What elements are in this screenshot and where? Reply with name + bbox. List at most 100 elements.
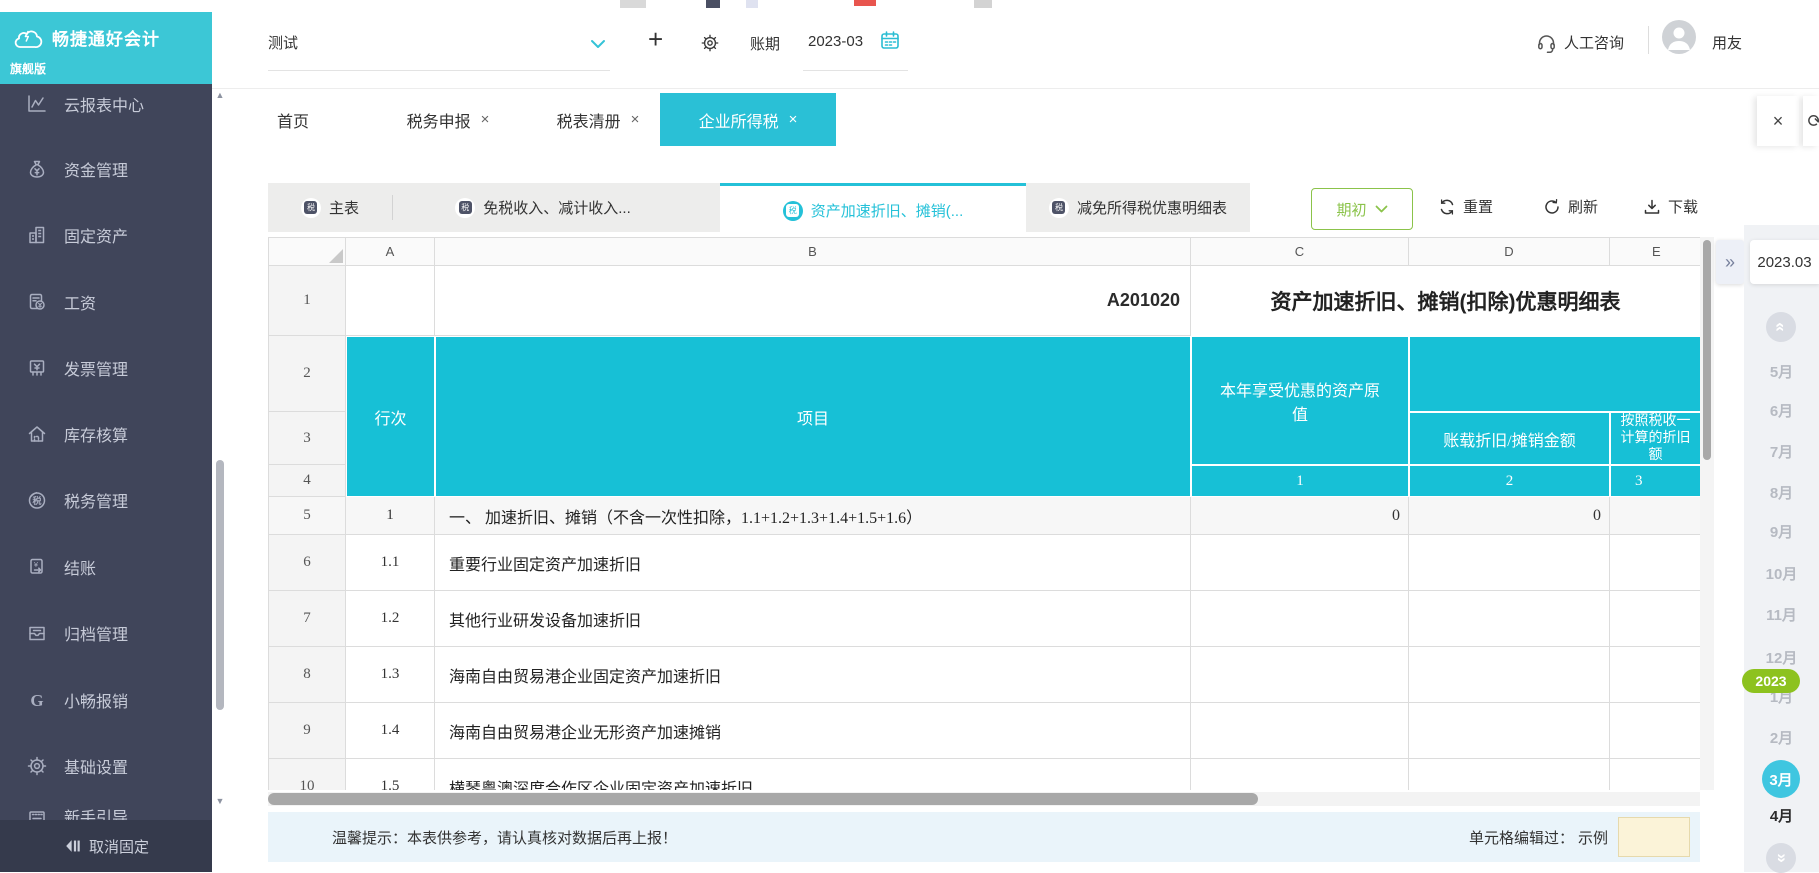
avatar[interactable] [1662,20,1696,54]
refresh-button[interactable]: 刷新 [1543,196,1598,217]
tab-home[interactable]: 首页 [228,93,358,146]
row-header[interactable]: 5 [269,497,346,535]
column-header-d[interactable]: D [1409,238,1610,266]
close-all-tabs-button[interactable]: × [1757,96,1799,146]
sidebar-scrollbar-thumb[interactable] [216,460,224,710]
row-header[interactable]: 4 [269,465,346,497]
tab-corporate-income-tax[interactable]: 企业所得税 × [660,93,836,146]
row-header[interactable]: 8 [269,647,346,703]
sidebar-item-fixed-assets[interactable]: 固定资产 [0,220,212,250]
archive-icon [26,622,48,644]
sidebar-item-invoices[interactable]: 发票管理 [0,353,212,383]
sheet-horizontal-scrollbar[interactable] [268,792,1700,806]
scroll-months-down-button[interactable]: « [1766,843,1796,873]
period-filter-button[interactable]: 期初 [1311,188,1413,230]
value-cell[interactable] [1409,591,1610,647]
value-cell[interactable] [1409,647,1610,703]
sidebar-item-reimburse[interactable]: G 小畅报销 [0,685,212,715]
row-header[interactable]: 6 [269,535,346,591]
scroll-months-up-button[interactable]: « [1766,312,1796,342]
close-icon[interactable]: × [789,111,798,128]
value-cell[interactable]: 0 [1191,497,1409,535]
row-header[interactable]: 10 [269,759,346,790]
sidebar-item-settings[interactable]: 基础设置 [0,751,212,781]
subtab-main-form[interactable]: 税 主表 [268,183,392,232]
month-item[interactable]: 9月 [1744,521,1819,542]
user-name[interactable]: 用友 [1712,32,1742,53]
sheet-vertical-scrollbar[interactable] [1700,237,1714,790]
month-item[interactable]: 8月 [1744,482,1819,503]
value-cell[interactable] [1409,535,1610,591]
period-value[interactable]: 2023-03 [808,33,863,50]
value-cell[interactable] [1610,591,1700,647]
company-selector[interactable]: 测试 [268,32,298,53]
value-cell[interactable] [1610,647,1700,703]
subtab-label: 主表 [328,200,359,217]
calendar-icon[interactable] [880,30,900,50]
subtab-tax-reduction-detail[interactable]: 税 减免所得税优惠明细表 [1026,183,1250,232]
scroll-up-icon[interactable]: ▲ [214,90,226,100]
unpin-sidebar-button[interactable]: 取消固定 [0,820,212,872]
support-button[interactable]: 人工咨询 [1536,32,1624,53]
sidebar-item-cloud-reports[interactable]: 云报表中心 [0,89,212,119]
sidebar-item-label: 固定资产 [64,229,129,246]
month-item-active[interactable]: 3月 [1762,760,1800,798]
sidebar-item-tax[interactable]: 税 税务管理 [0,485,212,515]
vertical-scrollbar-thumb[interactable] [1703,240,1711,460]
row-header[interactable]: 3 [269,412,346,465]
reset-button[interactable]: 重置 [1438,196,1493,217]
value-cell[interactable] [1191,703,1409,759]
value-cell[interactable]: 0 [1409,497,1610,535]
row-header[interactable]: 7 [269,591,346,647]
column-header-b[interactable]: B [435,238,1191,266]
sidebar-item-archive[interactable]: 归档管理 [0,618,212,648]
sheet-cell[interactable] [346,266,435,336]
column-header-e[interactable]: E [1610,238,1700,266]
chevron-down-icon[interactable] [590,39,606,49]
scroll-down-icon[interactable]: ▼ [214,796,226,806]
month-item[interactable]: 10月 [1744,563,1819,584]
sheet-corner-cell[interactable] [269,238,346,266]
tab-menu-button[interactable]: ⟳ [1803,96,1819,146]
month-item[interactable]: 6月 [1744,400,1819,421]
month-item[interactable]: 11月 [1744,604,1819,625]
value-cell[interactable] [1610,703,1700,759]
row-header[interactable]: 2 [269,336,346,412]
column-header-c[interactable]: C [1191,238,1409,266]
expand-panel-button[interactable]: » [1716,240,1744,284]
form-title-cell[interactable]: 资产加速折旧、摊销(扣除)优惠明细表 [1191,266,1700,336]
value-cell[interactable] [1610,497,1700,535]
subtab-accelerated-depreciation[interactable]: 税 资产加速折旧、摊销(... [720,183,1026,235]
month-item[interactable]: 12月 [1744,647,1819,668]
download-button[interactable]: 下载 [1643,196,1698,217]
form-code-cell[interactable]: A201020 [435,266,1191,336]
close-icon[interactable]: × [481,111,490,128]
subtab-tax-free-income[interactable]: 税 免税收入、减计收入... [393,183,693,232]
sidebar-scrollbar[interactable]: ▲ ▼ [212,84,228,872]
value-cell[interactable] [1191,759,1409,790]
value-cell[interactable] [1191,591,1409,647]
sidebar-item-funds[interactable]: 资金管理 [0,154,212,184]
sidebar-item-closing[interactable]: ¥ 结账 [0,552,212,582]
horizontal-scrollbar-thumb[interactable] [268,793,1258,805]
gear-icon[interactable] [700,33,720,53]
close-icon[interactable]: × [631,111,640,128]
value-cell[interactable] [1191,535,1409,591]
tab-tax-register[interactable]: 税表清册 × [528,93,668,146]
row-header[interactable]: 1 [269,266,346,336]
add-account-button[interactable]: + [648,24,663,55]
value-cell[interactable] [1610,759,1700,790]
value-cell[interactable] [1409,703,1610,759]
column-header-a[interactable]: A [346,238,435,266]
value-cell[interactable] [1191,647,1409,703]
value-cell[interactable] [1610,535,1700,591]
sidebar-item-payroll[interactable]: 工资 [0,287,212,317]
month-item[interactable]: 2月 [1744,727,1819,748]
tab-tax-filing[interactable]: 税务申报 × [378,93,518,146]
sidebar-item-inventory[interactable]: 库存核算 [0,419,212,449]
value-cell[interactable] [1409,759,1610,790]
row-header[interactable]: 9 [269,703,346,759]
month-item[interactable]: 7月 [1744,441,1819,462]
month-item-current[interactable]: 4月 [1744,805,1819,826]
month-item[interactable]: 5月 [1744,361,1819,382]
